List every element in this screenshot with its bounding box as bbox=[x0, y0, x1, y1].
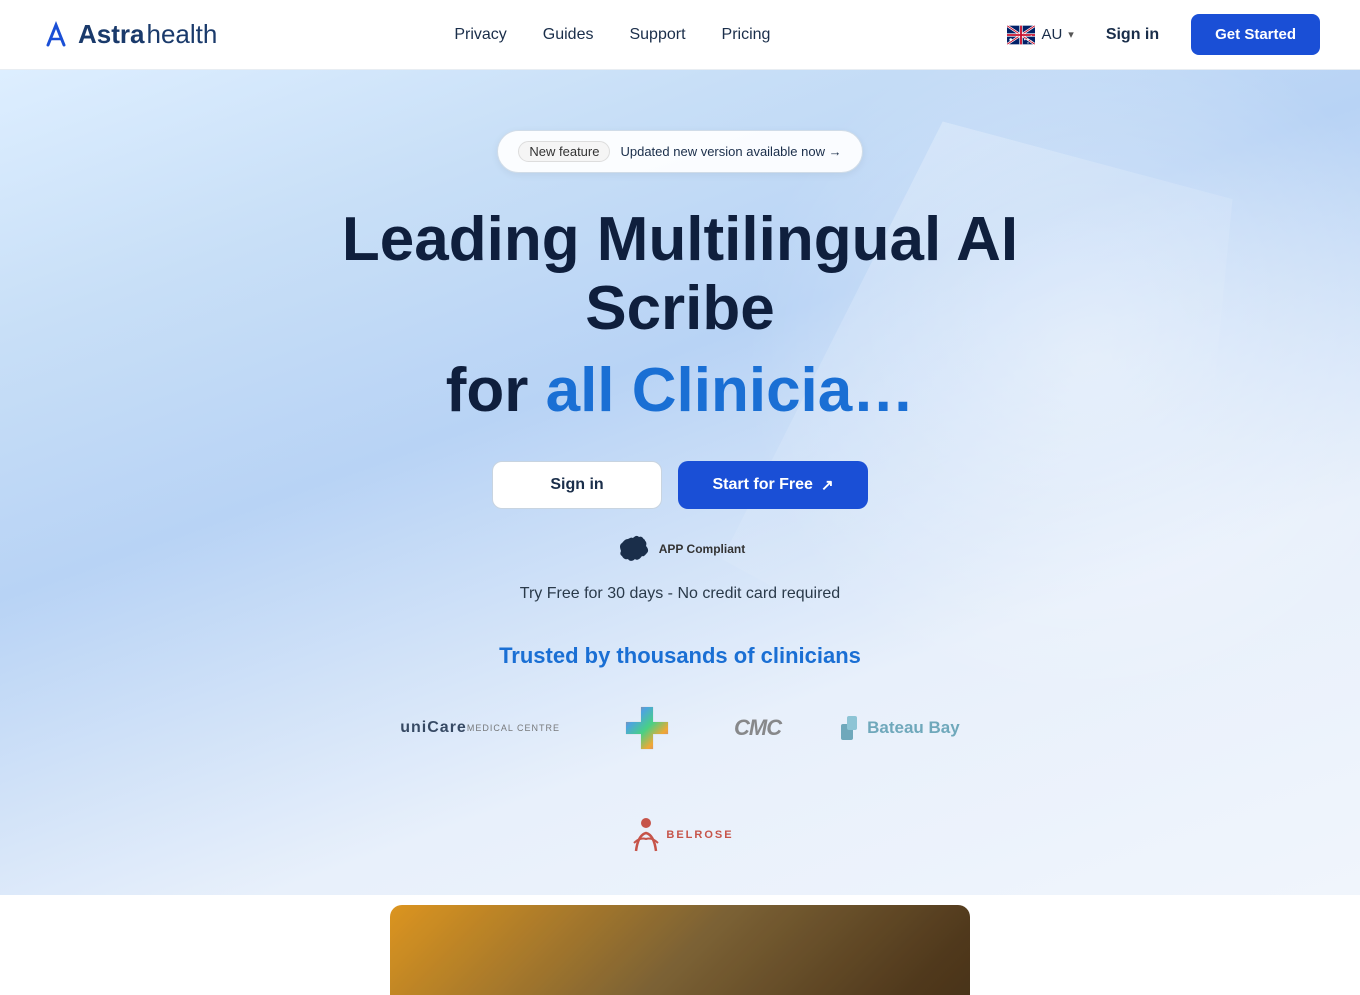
belrose-figure-icon bbox=[626, 815, 666, 855]
nav-guides[interactable]: Guides bbox=[543, 26, 594, 44]
unicare-logo: uniCare MEDICAL CENTRE bbox=[400, 719, 560, 737]
bateau-icon bbox=[841, 716, 859, 740]
feature-badge[interactable]: New feature Updated new version availabl… bbox=[497, 130, 862, 173]
try-free-text: Try Free for 30 days - No credit card re… bbox=[290, 585, 1070, 603]
nav-pricing[interactable]: Pricing bbox=[722, 26, 771, 44]
nav-links: Privacy Guides Support Pricing bbox=[454, 26, 770, 44]
logo-link[interactable]: Astrahealth bbox=[40, 19, 217, 51]
hero-signin-button[interactable]: Sign in bbox=[492, 461, 662, 509]
australia-icon bbox=[615, 533, 651, 565]
video-overlay bbox=[390, 905, 970, 995]
au-flag-icon bbox=[1007, 25, 1035, 45]
navbar: Astrahealth Privacy Guides Support Prici… bbox=[0, 0, 1360, 70]
app-compliant-badge: APP Compliant bbox=[290, 533, 1070, 565]
arrow-icon: ↗ bbox=[821, 476, 834, 494]
video-preview-section bbox=[0, 895, 1360, 995]
hero-content: New feature Updated new version availabl… bbox=[290, 130, 1070, 855]
get-started-button[interactable]: Get Started bbox=[1191, 14, 1320, 55]
bateau-text: Bateau Bay bbox=[867, 718, 960, 738]
belrose-logo: BELROSE bbox=[626, 815, 733, 855]
trusted-heading: Trusted by thousands of clinicians bbox=[290, 643, 1070, 669]
hero-title-line2: for all Clinicia… bbox=[290, 356, 1070, 425]
badge-link[interactable]: Updated new version available now → bbox=[620, 144, 841, 159]
hero-section: New feature Updated new version availabl… bbox=[0, 70, 1360, 895]
video-preview[interactable] bbox=[390, 905, 970, 995]
hero-title-line1: Leading Multilingual AI Scribe bbox=[290, 205, 1070, 344]
title-prefix: for bbox=[446, 356, 546, 425]
chevron-down-icon: ▾ bbox=[1068, 28, 1074, 41]
cmc-text: CMC bbox=[734, 715, 781, 741]
cross-icon bbox=[620, 701, 674, 755]
nav-support[interactable]: Support bbox=[629, 26, 685, 44]
title-colored: all Clinicia… bbox=[546, 356, 915, 425]
nav-right: AU ▾ Sign in Get Started bbox=[1007, 14, 1320, 55]
hero-buttons: Sign in Start for Free ↗ bbox=[290, 461, 1070, 509]
country-label: AU bbox=[1041, 26, 1062, 43]
bateau-logo: Bateau Bay bbox=[841, 716, 960, 740]
logo-health-text: health bbox=[146, 19, 217, 50]
app-compliant-text: APP Compliant bbox=[659, 542, 745, 558]
start-button-label: Start for Free bbox=[712, 476, 812, 494]
hero-start-button[interactable]: Start for Free ↗ bbox=[678, 461, 868, 509]
signin-button[interactable]: Sign in bbox=[1090, 18, 1175, 52]
unicare-sub: MEDICAL CENTRE bbox=[467, 723, 560, 733]
country-selector[interactable]: AU ▾ bbox=[1007, 25, 1073, 45]
nav-privacy[interactable]: Privacy bbox=[454, 26, 506, 44]
unicare-title: uniCare bbox=[400, 719, 467, 737]
logo-astra-text: Astra bbox=[78, 19, 144, 50]
logo-icon bbox=[40, 19, 72, 51]
trusted-logos: uniCare MEDICAL CENTRE bbox=[290, 701, 1070, 855]
cmc-logo: CMC bbox=[734, 715, 781, 741]
multicolor-cross-logo bbox=[620, 701, 674, 755]
badge-tag: New feature bbox=[518, 141, 610, 162]
belrose-text: BELROSE bbox=[666, 829, 733, 841]
